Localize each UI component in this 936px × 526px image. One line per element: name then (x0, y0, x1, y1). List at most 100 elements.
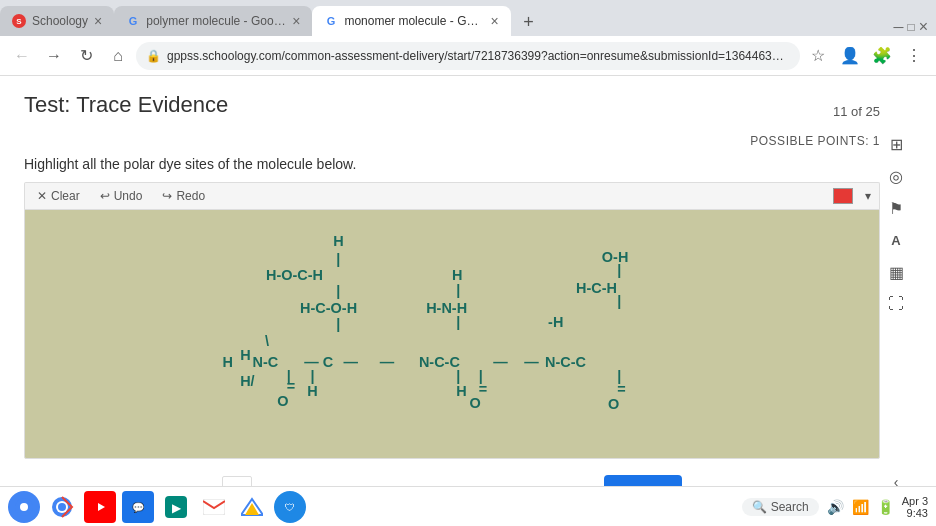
google-favicon-2: G (324, 14, 338, 28)
new-tab-button[interactable]: + (515, 8, 543, 36)
svg-text:H: H (240, 347, 250, 363)
restore-button[interactable]: □ (907, 20, 914, 34)
svg-text:O: O (470, 395, 481, 411)
tab-schoology-close[interactable]: × (94, 13, 102, 29)
svg-text:|: | (336, 316, 340, 332)
color-picker[interactable] (833, 188, 853, 204)
battery-icon[interactable]: 🔋 (877, 499, 894, 515)
svg-text:-H: -H (548, 314, 563, 330)
undo-icon: ↩ (100, 189, 110, 203)
svg-text:=: = (287, 378, 295, 394)
target-icon[interactable]: ◎ (884, 164, 908, 188)
possible-points: POSSIBLE POINTS: 1 (750, 134, 880, 148)
question-text: Highlight all the polar dye sites of the… (24, 156, 880, 172)
tab-polymer-close[interactable]: × (292, 13, 300, 29)
svg-text:O: O (608, 396, 619, 412)
taskbar-chrome[interactable] (46, 491, 78, 523)
tab-polymer[interactable]: G polymer molecule - Google Se... × (114, 6, 312, 36)
address-text: gppss.schoology.com/common-assessment-de… (167, 49, 790, 63)
taskbar-chromeos[interactable] (8, 491, 40, 523)
drawing-toolbar: ✕ Clear ↩ Undo ↪ Redo ▾ (24, 182, 880, 209)
expand-icon[interactable]: ⛶ (884, 292, 908, 316)
svg-text:💬: 💬 (132, 501, 145, 514)
flag-icon[interactable]: ⚑ (884, 196, 908, 220)
tab-monomer[interactable]: G monomer molecule - Google S... × (312, 6, 510, 36)
close-window-button[interactable]: × (919, 18, 928, 36)
google-favicon-1: G (126, 14, 140, 28)
taskbar-meet[interactable]: ▶ (160, 491, 192, 523)
calculator-icon[interactable]: ▦ (884, 260, 908, 284)
browser-chrome: S Schoology × G polymer molecule - Googl… (0, 0, 936, 76)
svg-text:=: = (617, 381, 625, 397)
svg-marker-50 (98, 503, 105, 511)
search-box[interactable]: 🔍 Search (742, 498, 819, 516)
clock[interactable]: Apr 3 9:43 (902, 495, 928, 519)
svg-text:O-H: O-H (602, 249, 629, 265)
minimize-button[interactable]: ─ (893, 19, 903, 35)
address-bar[interactable]: 🔒 gppss.schoology.com/common-assessment-… (136, 42, 800, 70)
svg-text:— C: — C (304, 354, 333, 370)
clear-button[interactable]: ✕ Clear (33, 187, 84, 205)
taskbar-drive[interactable] (236, 491, 268, 523)
svg-text:G: G (327, 15, 336, 27)
reload-button[interactable]: ↻ (72, 42, 100, 70)
svg-text:N-C-C: N-C-C (545, 354, 587, 370)
tab-polymer-label: polymer molecule - Google Se... (146, 14, 286, 28)
svg-text:N-C-C: N-C-C (419, 354, 461, 370)
main-area: Test: Trace Evidence 11 of 25 POSSIBLE P… (24, 92, 880, 510)
tab-monomer-label: monomer molecule - Google S... (344, 14, 484, 28)
wifi-icon[interactable]: 📶 (852, 499, 869, 515)
taskbar-safe[interactable]: 🛡 (274, 491, 306, 523)
svg-text:\: \ (265, 333, 269, 349)
taskbar-gmail[interactable] (198, 491, 230, 523)
svg-text:G: G (129, 15, 138, 27)
grid-icon[interactable]: ⊞ (884, 132, 908, 156)
nav-icons: ☆ 👤 🧩 ⋮ (804, 42, 928, 70)
svg-text:|: | (456, 368, 460, 384)
redo-button[interactable]: ↪ Redo (158, 187, 209, 205)
taskbar-chat[interactable]: 💬 (122, 491, 154, 523)
time: 9:43 (902, 507, 928, 519)
forward-button[interactable]: → (40, 42, 68, 70)
search-placeholder: Search (771, 500, 809, 514)
question-meta: POSSIBLE POINTS: 1 (24, 134, 880, 148)
more-button[interactable]: ⋮ (900, 42, 928, 70)
svg-rect-4 (152, 210, 751, 458)
volume-icon[interactable]: 🔊 (827, 499, 844, 515)
svg-text:—: — (344, 354, 359, 370)
svg-text:H: H (333, 233, 343, 249)
tab-schoology[interactable]: S Schoology × (0, 6, 114, 36)
svg-text:H: H (223, 354, 233, 370)
taskbar-youtube[interactable] (84, 491, 116, 523)
svg-text:|: | (310, 368, 314, 384)
svg-text:H: H (456, 383, 466, 399)
svg-text:H-N-H: H-N-H (426, 300, 467, 316)
molecule-image[interactable]: H | H-O-C-H | H-C-O-H | H \ N-C H/ | = O… (24, 209, 880, 459)
tab-bar: S Schoology × G polymer molecule - Googl… (0, 0, 936, 36)
text-icon[interactable]: A (884, 228, 908, 252)
svg-text:|: | (456, 282, 460, 298)
nav-bar: ← → ↻ ⌂ 🔒 gppss.schoology.com/common-ass… (0, 36, 936, 76)
svg-text:N-C: N-C (253, 354, 279, 370)
svg-text:▶: ▶ (172, 501, 182, 515)
back-button[interactable]: ← (8, 42, 36, 70)
svg-text:O: O (277, 393, 288, 409)
redo-label: Redo (176, 189, 205, 203)
svg-point-46 (20, 503, 28, 511)
page-content: Test: Trace Evidence 11 of 25 POSSIBLE P… (0, 76, 936, 526)
svg-text:|: | (456, 314, 460, 330)
redo-icon: ↪ (162, 189, 172, 203)
color-dropdown[interactable]: ▾ (865, 189, 871, 203)
home-button[interactable]: ⌂ (104, 42, 132, 70)
page-indicator: 11 of 25 (833, 104, 880, 119)
bookmark-button[interactable]: ☆ (804, 42, 832, 70)
svg-text:H: H (307, 383, 317, 399)
profile-button[interactable]: 👤 (836, 42, 864, 70)
svg-text:H-O-C-H: H-O-C-H (266, 267, 323, 283)
extensions-button[interactable]: 🧩 (868, 42, 896, 70)
svg-point-49 (58, 503, 66, 511)
undo-button[interactable]: ↩ Undo (96, 187, 147, 205)
svg-text:|: | (336, 251, 340, 267)
svg-text:H/: H/ (240, 373, 254, 389)
tab-monomer-close[interactable]: × (490, 13, 498, 29)
